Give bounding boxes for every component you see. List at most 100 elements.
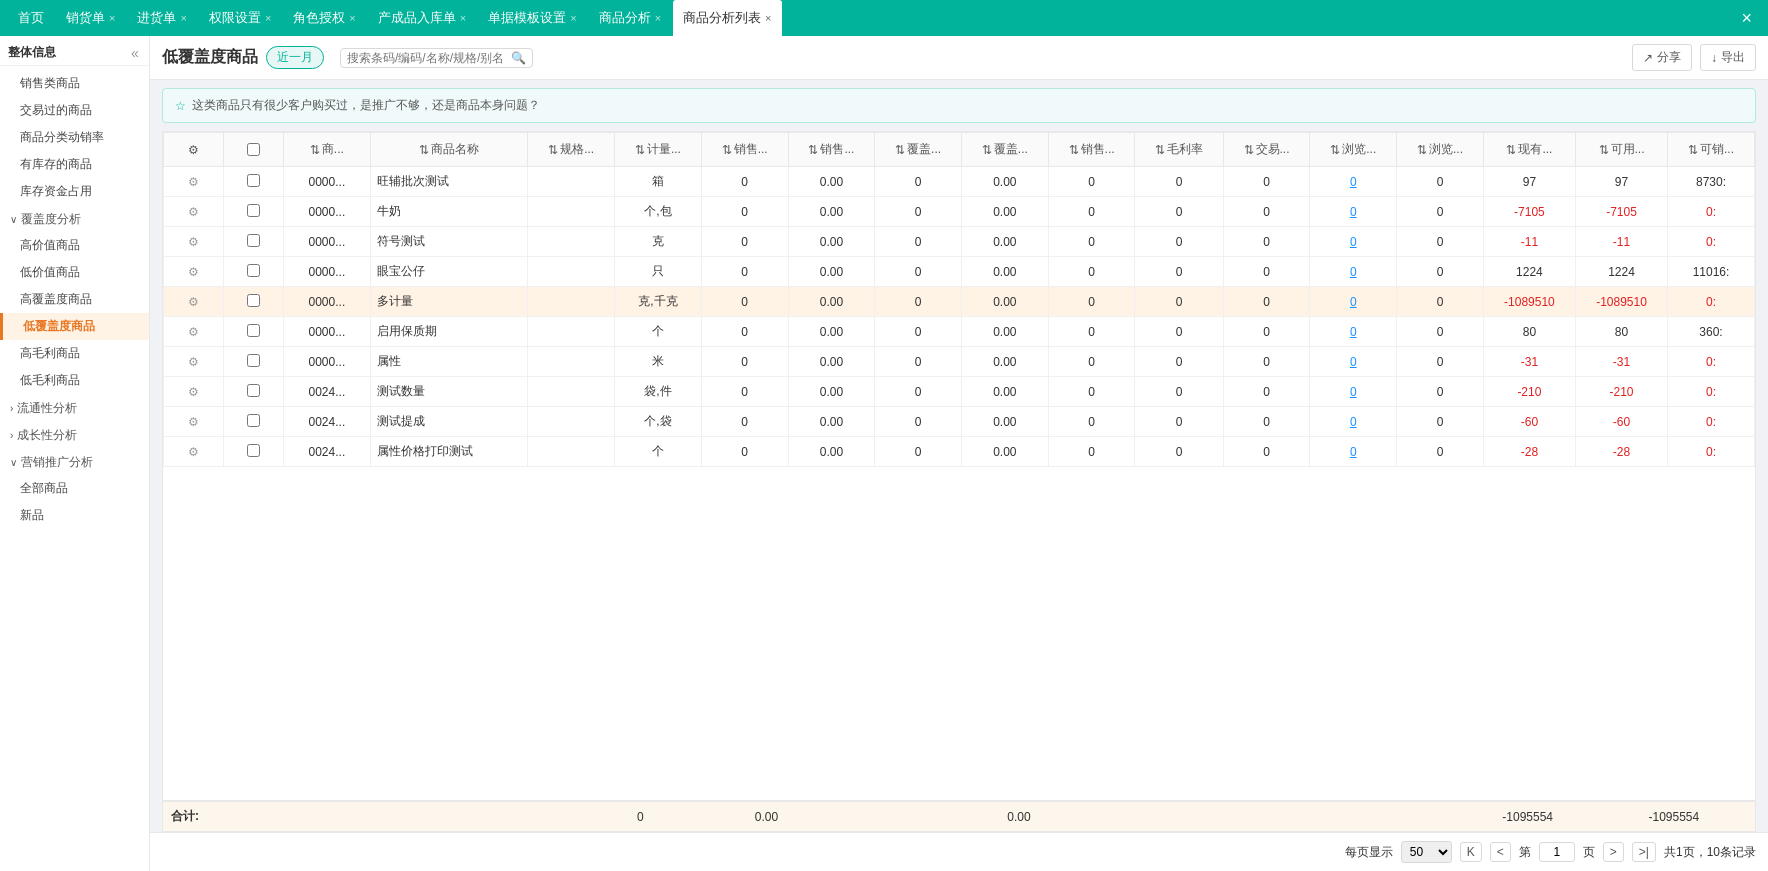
row-settings-4[interactable]: ⚙	[164, 257, 224, 287]
search-icon[interactable]: 🔍	[511, 51, 526, 65]
prev-page-button[interactable]: <	[1490, 842, 1511, 862]
search-input[interactable]	[347, 51, 507, 65]
row-checkbox-7[interactable]	[224, 347, 284, 377]
period-button[interactable]: 近一月	[266, 46, 324, 69]
sidebar-item-capital[interactable]: 库存资金占用	[0, 178, 149, 205]
nav-close-roles[interactable]: ×	[349, 0, 355, 36]
nav-close-products[interactable]: ×	[460, 0, 466, 36]
col-sales3[interactable]: ⇅ 销售...	[1048, 133, 1135, 167]
share-button[interactable]: ↗ 分享	[1632, 44, 1692, 71]
sidebar-item-low-coverage[interactable]: 低覆盖度商品	[0, 313, 149, 340]
row-checkbox-9[interactable]	[224, 407, 284, 437]
nav-close-analysis[interactable]: ×	[655, 0, 661, 36]
col-available-stock[interactable]: ⇅ 可用...	[1575, 133, 1667, 167]
nav-close-permissions[interactable]: ×	[265, 0, 271, 36]
row-checkbox-8[interactable]	[224, 377, 284, 407]
sidebar-item-all-goods[interactable]: 全部商品	[0, 475, 149, 502]
nav-close-templates[interactable]: ×	[570, 0, 576, 36]
col-code[interactable]: ⇅ 商...	[284, 133, 371, 167]
sidebar-collapse-btn[interactable]: «	[125, 45, 145, 61]
col-sales-qty[interactable]: ⇅ 销售...	[701, 133, 788, 167]
row-settings-10[interactable]: ⚙	[164, 437, 224, 467]
last-page-button[interactable]: >|	[1632, 842, 1656, 862]
row-select-5[interactable]	[247, 294, 260, 307]
row-settings-9[interactable]: ⚙	[164, 407, 224, 437]
row-select-3[interactable]	[247, 234, 260, 247]
sidebar-item-low-profit[interactable]: 低毛利商品	[0, 367, 149, 394]
nav-item-roles[interactable]: 角色授权 ×	[283, 0, 365, 36]
row-select-4[interactable]	[247, 264, 260, 277]
col-sales-amt[interactable]: ⇅ 销售...	[788, 133, 875, 167]
row-browse1-5[interactable]: 0	[1310, 287, 1397, 317]
col-name[interactable]: ⇅ 商品名称	[370, 133, 528, 167]
row-checkbox-6[interactable]	[224, 317, 284, 347]
sidebar-section-flow[interactable]: › 流通性分析	[0, 394, 149, 421]
col-browse1[interactable]: ⇅ 浏览...	[1310, 133, 1397, 167]
row-select-2[interactable]	[247, 204, 260, 217]
row-select-10[interactable]	[247, 444, 260, 457]
sidebar-item-low-value[interactable]: 低价值商品	[0, 259, 149, 286]
nav-item-purchase[interactable]: 进货单 ×	[127, 0, 196, 36]
row-settings-3[interactable]: ⚙	[164, 227, 224, 257]
nav-item-templates[interactable]: 单据模板设置 ×	[478, 0, 586, 36]
row-checkbox-5[interactable]	[224, 287, 284, 317]
sidebar-item-stocked-goods[interactable]: 有库存的商品	[0, 151, 149, 178]
col-coverage1[interactable]: ⇅ 覆盖...	[875, 133, 962, 167]
nav-close-sales[interactable]: ×	[109, 0, 115, 36]
sidebar-item-traded-goods[interactable]: 交易过的商品	[0, 97, 149, 124]
settings-icon[interactable]: ⚙	[188, 143, 199, 157]
col-unit[interactable]: ⇅ 计量...	[615, 133, 702, 167]
nav-item-permissions[interactable]: 权限设置 ×	[199, 0, 281, 36]
col-coverage2[interactable]: ⇅ 覆盖...	[961, 133, 1048, 167]
select-all-checkbox[interactable]	[247, 143, 260, 156]
row-checkbox-3[interactable]	[224, 227, 284, 257]
row-browse1-7[interactable]: 0	[1310, 347, 1397, 377]
row-checkbox-4[interactable]	[224, 257, 284, 287]
row-browse1-2[interactable]: 0	[1310, 197, 1397, 227]
sidebar-item-sales-goods[interactable]: 销售类商品	[0, 70, 149, 97]
col-spec[interactable]: ⇅ 规格...	[528, 133, 615, 167]
export-button[interactable]: ↓ 导出	[1700, 44, 1756, 71]
row-checkbox-1[interactable]	[224, 167, 284, 197]
row-select-7[interactable]	[247, 354, 260, 367]
row-settings-5[interactable]: ⚙	[164, 287, 224, 317]
row-checkbox-2[interactable]	[224, 197, 284, 227]
col-browse2[interactable]: ⇅ 浏览...	[1397, 133, 1484, 167]
col-checkbox[interactable]	[224, 133, 284, 167]
sidebar-section-marketing[interactable]: ∨ 营销推广分析	[0, 448, 149, 475]
nav-item-products[interactable]: 产成品入库单 ×	[368, 0, 476, 36]
sidebar-section-coverage[interactable]: ∨ 覆盖度分析	[0, 205, 149, 232]
sidebar-item-high-coverage[interactable]: 高覆盖度商品	[0, 286, 149, 313]
row-settings-8[interactable]: ⚙	[164, 377, 224, 407]
col-trade[interactable]: ⇅ 交易...	[1223, 133, 1310, 167]
col-saleable[interactable]: ⇅ 可销...	[1668, 133, 1755, 167]
row-select-6[interactable]	[247, 324, 260, 337]
row-settings-6[interactable]: ⚙	[164, 317, 224, 347]
row-checkbox-10[interactable]	[224, 437, 284, 467]
window-close-button[interactable]: ×	[1733, 8, 1760, 29]
col-gross-margin[interactable]: ⇅ 毛利率	[1135, 133, 1223, 167]
row-settings-7[interactable]: ⚙	[164, 347, 224, 377]
nav-close-purchase[interactable]: ×	[180, 0, 186, 36]
row-browse1-9[interactable]: 0	[1310, 407, 1397, 437]
nav-item-sales[interactable]: 销货单 ×	[56, 0, 125, 36]
row-settings-2[interactable]: ⚙	[164, 197, 224, 227]
sidebar-item-high-value[interactable]: 高价值商品	[0, 232, 149, 259]
row-browse1-4[interactable]: 0	[1310, 257, 1397, 287]
row-browse1-6[interactable]: 0	[1310, 317, 1397, 347]
row-select-8[interactable]	[247, 384, 260, 397]
col-settings[interactable]: ⚙	[164, 133, 224, 167]
row-browse1-8[interactable]: 0	[1310, 377, 1397, 407]
nav-item-analysis-list[interactable]: 商品分析列表 ×	[673, 0, 781, 36]
sidebar-item-new-goods[interactable]: 新品	[0, 502, 149, 529]
row-select-1[interactable]	[247, 174, 260, 187]
nav-item-home[interactable]: 首页	[8, 0, 54, 36]
nav-close-analysis-list[interactable]: ×	[765, 0, 771, 36]
sidebar-section-growth[interactable]: › 成长性分析	[0, 421, 149, 448]
row-select-9[interactable]	[247, 414, 260, 427]
row-settings-1[interactable]: ⚙	[164, 167, 224, 197]
first-page-button[interactable]: K	[1460, 842, 1482, 862]
sidebar-item-high-profit[interactable]: 高毛利商品	[0, 340, 149, 367]
row-browse1-1[interactable]: 0	[1310, 167, 1397, 197]
nav-item-analysis[interactable]: 商品分析 ×	[589, 0, 671, 36]
